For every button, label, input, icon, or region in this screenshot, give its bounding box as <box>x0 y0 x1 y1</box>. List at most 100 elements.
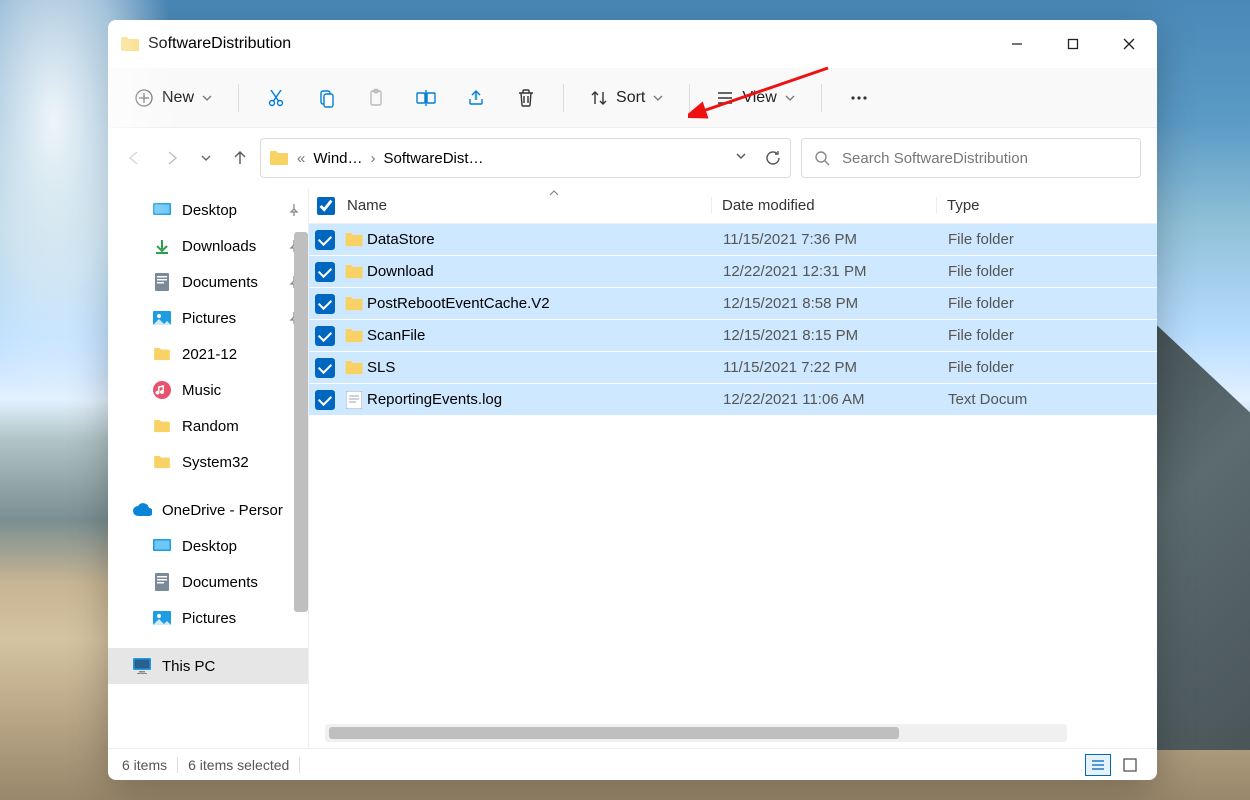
music-icon <box>152 380 172 400</box>
sidebar-item-2021-12[interactable]: 2021-12 <box>108 336 308 372</box>
row-checkbox[interactable] <box>315 294 335 314</box>
close-button[interactable] <box>1101 20 1157 68</box>
file-date: 12/22/2021 11:06 AM <box>713 391 938 408</box>
file-type: File folder <box>938 263 1157 280</box>
new-label: New <box>162 89 194 107</box>
row-checkbox[interactable] <box>315 390 335 410</box>
sidebar-item-documents[interactable]: Documents <box>108 264 308 300</box>
sidebar-item-label: Documents <box>182 574 258 591</box>
chevron-down-icon <box>653 93 663 103</box>
row-checkbox[interactable] <box>315 326 335 346</box>
sidebar-item-pictures[interactable]: Pictures <box>108 300 308 336</box>
sidebar-item-downloads[interactable]: Downloads <box>108 228 308 264</box>
breadcrumb-overflow-icon[interactable]: « <box>297 150 305 167</box>
address-bar[interactable]: « Wind… › SoftwareDist… <box>260 138 791 178</box>
file-row[interactable]: DataStore11/15/2021 7:36 PMFile folder <box>309 224 1157 256</box>
sidebar-item-label: Desktop <box>182 538 237 555</box>
search-input[interactable]: Search SoftwareDistribution <box>801 138 1141 178</box>
sidebar-item-desktop[interactable]: Desktop <box>108 528 308 564</box>
copy-button[interactable] <box>305 78 347 118</box>
sidebar-item-label: Random <box>182 418 239 435</box>
column-type[interactable]: Type <box>936 197 1157 214</box>
file-row[interactable]: PostRebootEventCache.V212/15/2021 8:58 P… <box>309 288 1157 320</box>
forward-button[interactable] <box>162 148 182 168</box>
delete-button[interactable] <box>505 78 547 118</box>
details-view-button[interactable] <box>1085 754 1111 776</box>
sidebar-item-documents[interactable]: Documents <box>108 564 308 600</box>
sort-button[interactable]: Sort <box>580 83 673 113</box>
chevron-right-icon: › <box>371 150 376 167</box>
file-row[interactable]: Download12/22/2021 12:31 PMFile folder <box>309 256 1157 288</box>
maximize-button[interactable] <box>1045 20 1101 68</box>
view-label: View <box>742 89 776 107</box>
sidebar-item-this-pc[interactable]: This PC <box>108 648 308 684</box>
sidebar-item-label: System32 <box>182 454 249 471</box>
file-list: Name Date modified Type DataStore11/15/2… <box>308 188 1157 748</box>
folder-icon <box>341 264 367 279</box>
minimize-button[interactable] <box>989 20 1045 68</box>
desktop-icon <box>152 536 172 556</box>
sidebar-item-label: This PC <box>162 658 215 675</box>
onedrive-icon <box>132 500 152 520</box>
desktop-icon <box>152 200 172 220</box>
file-row[interactable]: ReportingEvents.log12/22/2021 11:06 AMTe… <box>309 384 1157 416</box>
refresh-button[interactable] <box>764 149 782 167</box>
thumbnails-view-button[interactable] <box>1117 754 1143 776</box>
row-checkbox[interactable] <box>315 358 335 378</box>
view-button[interactable]: View <box>706 83 804 113</box>
sidebar-item-pictures[interactable]: Pictures <box>108 600 308 636</box>
back-button[interactable] <box>124 148 144 168</box>
breadcrumb-current[interactable]: SoftwareDist… <box>384 150 484 167</box>
thispc-icon <box>132 656 152 676</box>
more-button[interactable] <box>838 78 880 118</box>
folder-icon <box>341 328 367 343</box>
file-date: 11/15/2021 7:22 PM <box>713 359 938 376</box>
file-name: DataStore <box>367 231 713 248</box>
column-date[interactable]: Date modified <box>711 197 936 214</box>
sidebar-scrollbar[interactable] <box>294 232 308 612</box>
documents-icon <box>152 272 172 292</box>
sidebar-item-music[interactable]: Music <box>108 372 308 408</box>
breadcrumb-parent[interactable]: Wind… <box>313 150 362 167</box>
documents-icon <box>152 572 172 592</box>
text-file-icon <box>341 391 367 409</box>
sidebar-item-label: Documents <box>182 274 258 291</box>
folder-icon <box>152 344 172 364</box>
horizontal-scrollbar[interactable] <box>325 724 1067 742</box>
file-date: 12/15/2021 8:15 PM <box>713 327 938 344</box>
rename-button[interactable] <box>405 78 447 118</box>
file-type: File folder <box>938 327 1157 344</box>
row-checkbox[interactable] <box>315 230 335 250</box>
paste-button[interactable] <box>355 78 397 118</box>
sidebar-item-onedrive-persor[interactable]: OneDrive - Persor <box>108 492 308 528</box>
sidebar-item-system32[interactable]: System32 <box>108 444 308 480</box>
address-row: « Wind… › SoftwareDist… Search SoftwareD… <box>108 128 1157 188</box>
folder-icon <box>341 232 367 247</box>
file-row[interactable]: SLS11/15/2021 7:22 PMFile folder <box>309 352 1157 384</box>
share-button[interactable] <box>455 78 497 118</box>
file-date: 12/15/2021 8:58 PM <box>713 295 938 312</box>
titlebar: SoftwareDistribution <box>108 20 1157 68</box>
file-row[interactable]: ScanFile12/15/2021 8:15 PMFile folder <box>309 320 1157 352</box>
sidebar-item-random[interactable]: Random <box>108 408 308 444</box>
toolbar: New Sort View <box>108 68 1157 128</box>
chevron-down-icon <box>202 93 212 103</box>
file-type: File folder <box>938 231 1157 248</box>
downloads-icon <box>152 236 172 256</box>
sidebar-item-desktop[interactable]: Desktop <box>108 192 308 228</box>
select-all-checkbox[interactable] <box>317 197 335 215</box>
sidebar-item-label: Downloads <box>182 238 256 255</box>
chevron-down-icon[interactable] <box>734 149 748 167</box>
column-name[interactable]: Name <box>341 197 711 214</box>
file-name: Download <box>367 263 713 280</box>
recent-locations-button[interactable] <box>200 152 212 164</box>
cut-button[interactable] <box>255 78 297 118</box>
status-selected: 6 items selected <box>188 757 289 773</box>
new-button[interactable]: New <box>124 82 222 114</box>
window-title: SoftwareDistribution <box>148 35 291 53</box>
row-checkbox[interactable] <box>315 262 335 282</box>
folder-icon <box>269 150 289 166</box>
up-button[interactable] <box>230 148 250 168</box>
file-name: ReportingEvents.log <box>367 391 713 408</box>
search-placeholder: Search SoftwareDistribution <box>842 150 1028 167</box>
